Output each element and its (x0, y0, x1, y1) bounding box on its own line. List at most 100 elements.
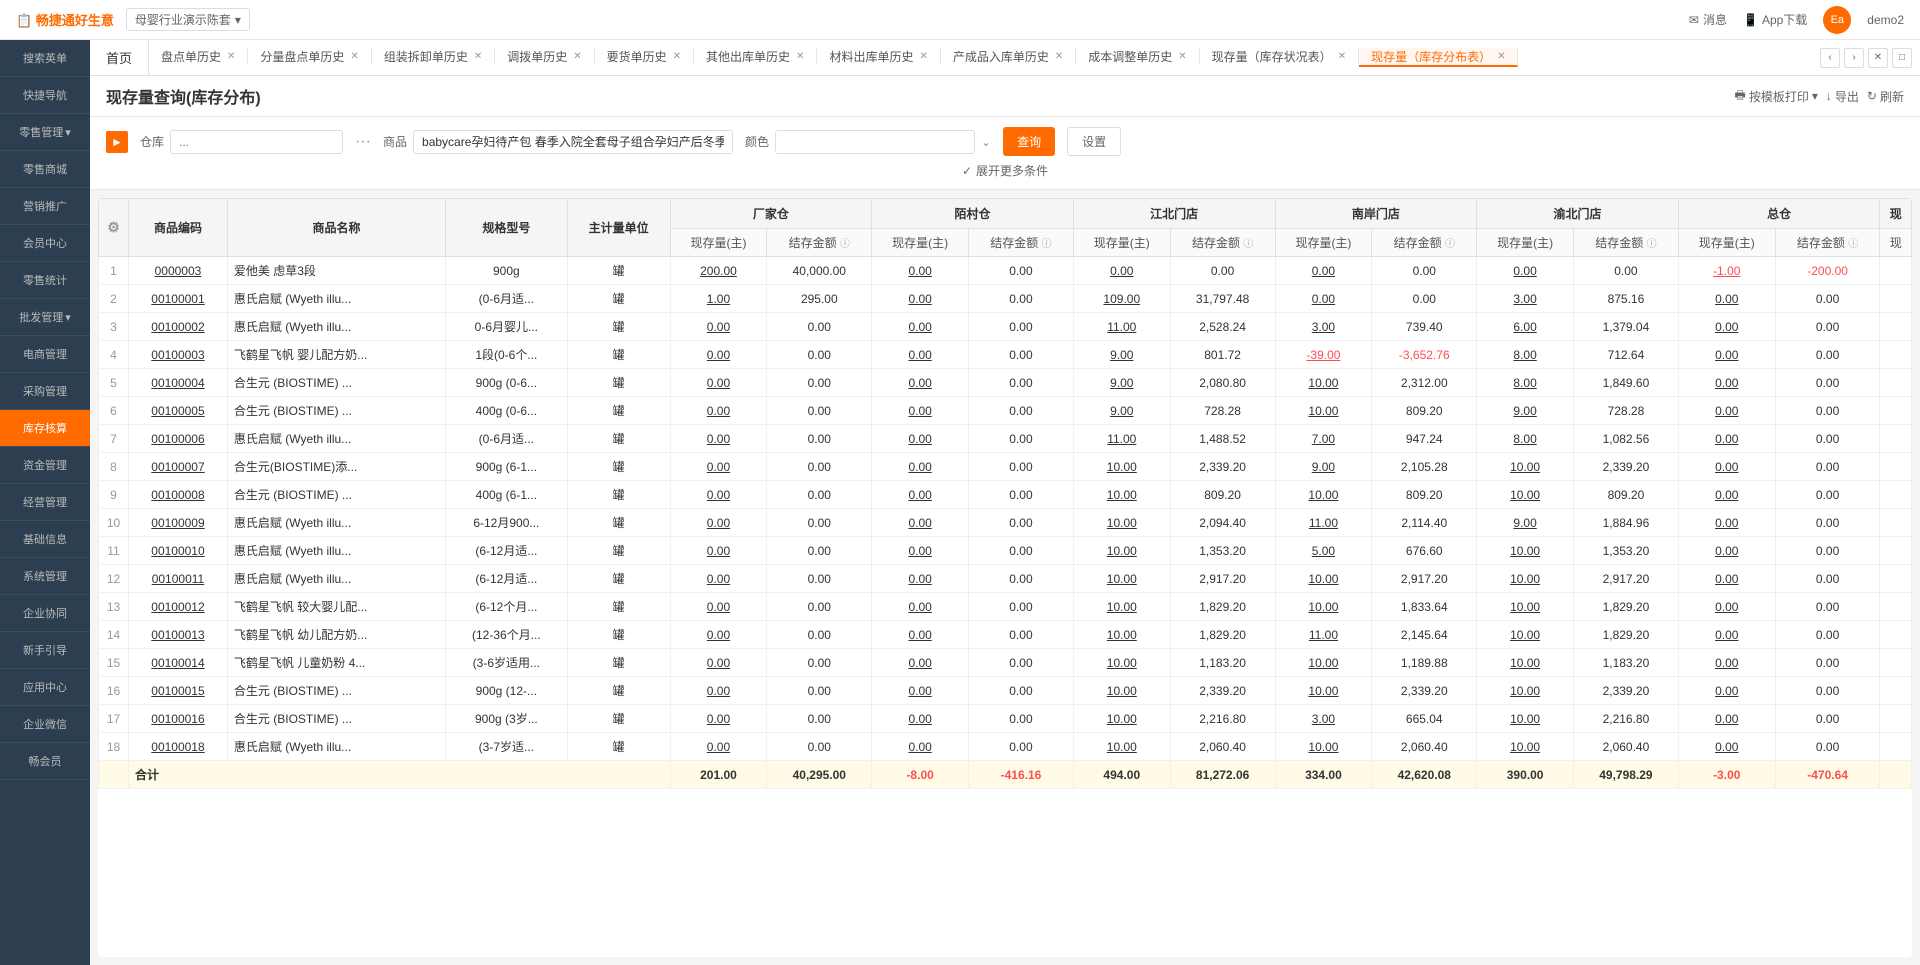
row-code[interactable]: 00100014 (129, 649, 228, 677)
row-code[interactable]: 00100016 (129, 705, 228, 733)
row-w1-qty[interactable]: 0.00 (670, 705, 767, 733)
row-w6-qty[interactable]: 0.00 (1678, 453, 1775, 481)
sidebar-item-ecommerce[interactable]: 电商管理 (0, 336, 90, 373)
row-w5-qty[interactable]: 10.00 (1477, 453, 1574, 481)
row-w1-qty[interactable]: 0.00 (670, 565, 767, 593)
row-code[interactable]: 00100015 (129, 677, 228, 705)
goods-input[interactable] (413, 130, 733, 154)
row-w2-qty[interactable]: 0.00 (872, 425, 969, 453)
tab-stock-distribution[interactable]: 现存量（库存分布表） ✕ (1359, 48, 1518, 67)
row-w5-qty[interactable]: 10.00 (1477, 705, 1574, 733)
info-icon[interactable]: ⓘ (840, 239, 850, 250)
sidebar-item-retail-mgmt[interactable]: 零售管理 ▾ (0, 114, 90, 151)
row-w4-qty[interactable]: 0.00 (1275, 285, 1372, 313)
row-code[interactable]: 00100001 (129, 285, 228, 313)
row-w6-qty[interactable]: 0.00 (1678, 397, 1775, 425)
sidebar-item-system[interactable]: 系统管理 (0, 558, 90, 595)
row-w1-qty[interactable]: 0.00 (670, 621, 767, 649)
tab-close-all[interactable]: ✕ (1868, 48, 1888, 68)
row-w4-qty[interactable]: 7.00 (1275, 425, 1372, 453)
refresh-action[interactable]: ↻ 刷新 (1867, 88, 1904, 105)
row-w3-qty[interactable]: 10.00 (1073, 705, 1170, 733)
row-w2-qty[interactable]: 0.00 (872, 481, 969, 509)
sidebar-item-nav[interactable]: 快捷导航 (0, 77, 90, 114)
row-w1-qty[interactable]: 0.00 (670, 677, 767, 705)
expand-more-btn[interactable]: ✓ 展开更多条件 (962, 162, 1048, 179)
avatar[interactable]: Ea (1823, 6, 1851, 34)
tab-requisition[interactable]: 要货单历史 ✕ (595, 48, 694, 65)
row-w6-qty[interactable]: -1.00 (1678, 257, 1775, 285)
sidebar-item-purchase[interactable]: 采购管理 (0, 373, 90, 410)
row-w1-qty[interactable]: 0.00 (670, 481, 767, 509)
filter-collapse-btn[interactable]: ► (106, 131, 128, 153)
row-w4-qty[interactable]: 10.00 (1275, 677, 1372, 705)
tab-inventory-history[interactable]: 盘点单历史 ✕ (149, 48, 248, 65)
row-code[interactable]: 00100005 (129, 397, 228, 425)
settings-button[interactable]: 设置 (1067, 127, 1121, 156)
row-code[interactable]: 00100006 (129, 425, 228, 453)
row-w6-qty[interactable]: 0.00 (1678, 705, 1775, 733)
close-icon[interactable]: ✕ (1338, 51, 1346, 62)
sidebar-item-finance[interactable]: 资金管理 (0, 447, 90, 484)
row-w4-qty[interactable]: 9.00 (1275, 453, 1372, 481)
tab-sub-inventory[interactable]: 分量盘点单历史 ✕ (248, 48, 371, 65)
tab-cost-adjust[interactable]: 成本调整单历史 ✕ (1076, 48, 1199, 65)
sidebar-item-retail-stats[interactable]: 零售统计 (0, 262, 90, 299)
close-icon[interactable]: ✕ (919, 51, 927, 62)
row-w6-qty[interactable]: 0.00 (1678, 565, 1775, 593)
sidebar-item-retail-store[interactable]: 零售商城 (0, 151, 90, 188)
row-code[interactable]: 00100007 (129, 453, 228, 481)
row-code[interactable]: 00100013 (129, 621, 228, 649)
export-action[interactable]: ↓ 导出 (1826, 88, 1859, 105)
row-w5-qty[interactable]: 8.00 (1477, 341, 1574, 369)
row-code[interactable]: 00100009 (129, 509, 228, 537)
row-w1-qty[interactable]: 0.00 (670, 313, 767, 341)
row-w5-qty[interactable]: 9.00 (1477, 509, 1574, 537)
sidebar-item-search[interactable]: 搜索英单 (0, 40, 90, 77)
row-w6-qty[interactable]: 0.00 (1678, 285, 1775, 313)
sidebar-item-member[interactable]: 会员中心 (0, 225, 90, 262)
row-w3-qty[interactable]: 11.00 (1073, 425, 1170, 453)
row-w1-qty[interactable]: 0.00 (670, 341, 767, 369)
row-w3-qty[interactable]: 10.00 (1073, 481, 1170, 509)
row-w2-qty[interactable]: 0.00 (872, 677, 969, 705)
row-w4-qty[interactable]: 10.00 (1275, 481, 1372, 509)
row-w2-qty[interactable]: 0.00 (872, 257, 969, 285)
row-w5-qty[interactable]: 8.00 (1477, 425, 1574, 453)
row-w6-qty[interactable]: 0.00 (1678, 649, 1775, 677)
row-w2-qty[interactable]: 0.00 (872, 621, 969, 649)
row-w1-qty[interactable]: 0.00 (670, 425, 767, 453)
gear-col-header[interactable]: ⚙ (99, 199, 129, 257)
row-w6-qty[interactable]: 0.00 (1678, 677, 1775, 705)
close-icon[interactable]: ✕ (1178, 51, 1186, 62)
row-w1-qty[interactable]: 0.00 (670, 733, 767, 761)
app-download-link[interactable]: 📱 App下载 (1743, 11, 1807, 28)
row-w2-qty[interactable]: 0.00 (872, 453, 969, 481)
row-w1-qty[interactable]: 1.00 (670, 285, 767, 313)
row-w3-qty[interactable]: 9.00 (1073, 369, 1170, 397)
close-icon[interactable]: ✕ (227, 51, 235, 62)
row-w3-qty[interactable]: 10.00 (1073, 733, 1170, 761)
row-w4-qty[interactable]: 10.00 (1275, 397, 1372, 425)
row-w1-qty[interactable]: 0.00 (670, 453, 767, 481)
close-icon[interactable]: ✕ (673, 51, 681, 62)
row-w4-qty[interactable]: 11.00 (1275, 621, 1372, 649)
row-w6-qty[interactable]: 0.00 (1678, 621, 1775, 649)
close-icon[interactable]: ✕ (350, 51, 358, 62)
row-w1-qty[interactable]: 0.00 (670, 509, 767, 537)
row-code[interactable]: 00100012 (129, 593, 228, 621)
message-link[interactable]: ✉ 消息 (1689, 11, 1727, 28)
print-action[interactable]: 🖶 按模板打印 ▾ (1735, 86, 1818, 107)
row-w1-qty[interactable]: 0.00 (670, 593, 767, 621)
row-w6-qty[interactable]: 0.00 (1678, 593, 1775, 621)
sidebar-item-appstore[interactable]: 应用中心 (0, 669, 90, 706)
close-icon[interactable]: ✕ (1497, 51, 1505, 62)
store-selector[interactable]: 母婴行业演示陈套 ▾ (126, 8, 250, 31)
row-code[interactable]: 00100008 (129, 481, 228, 509)
color-input[interactable] (775, 130, 975, 154)
row-w5-qty[interactable]: 10.00 (1477, 649, 1574, 677)
close-icon[interactable]: ✕ (474, 51, 482, 62)
row-w3-qty[interactable]: 0.00 (1073, 257, 1170, 285)
tab-expand[interactable]: □ (1892, 48, 1912, 68)
row-w6-qty[interactable]: 0.00 (1678, 481, 1775, 509)
